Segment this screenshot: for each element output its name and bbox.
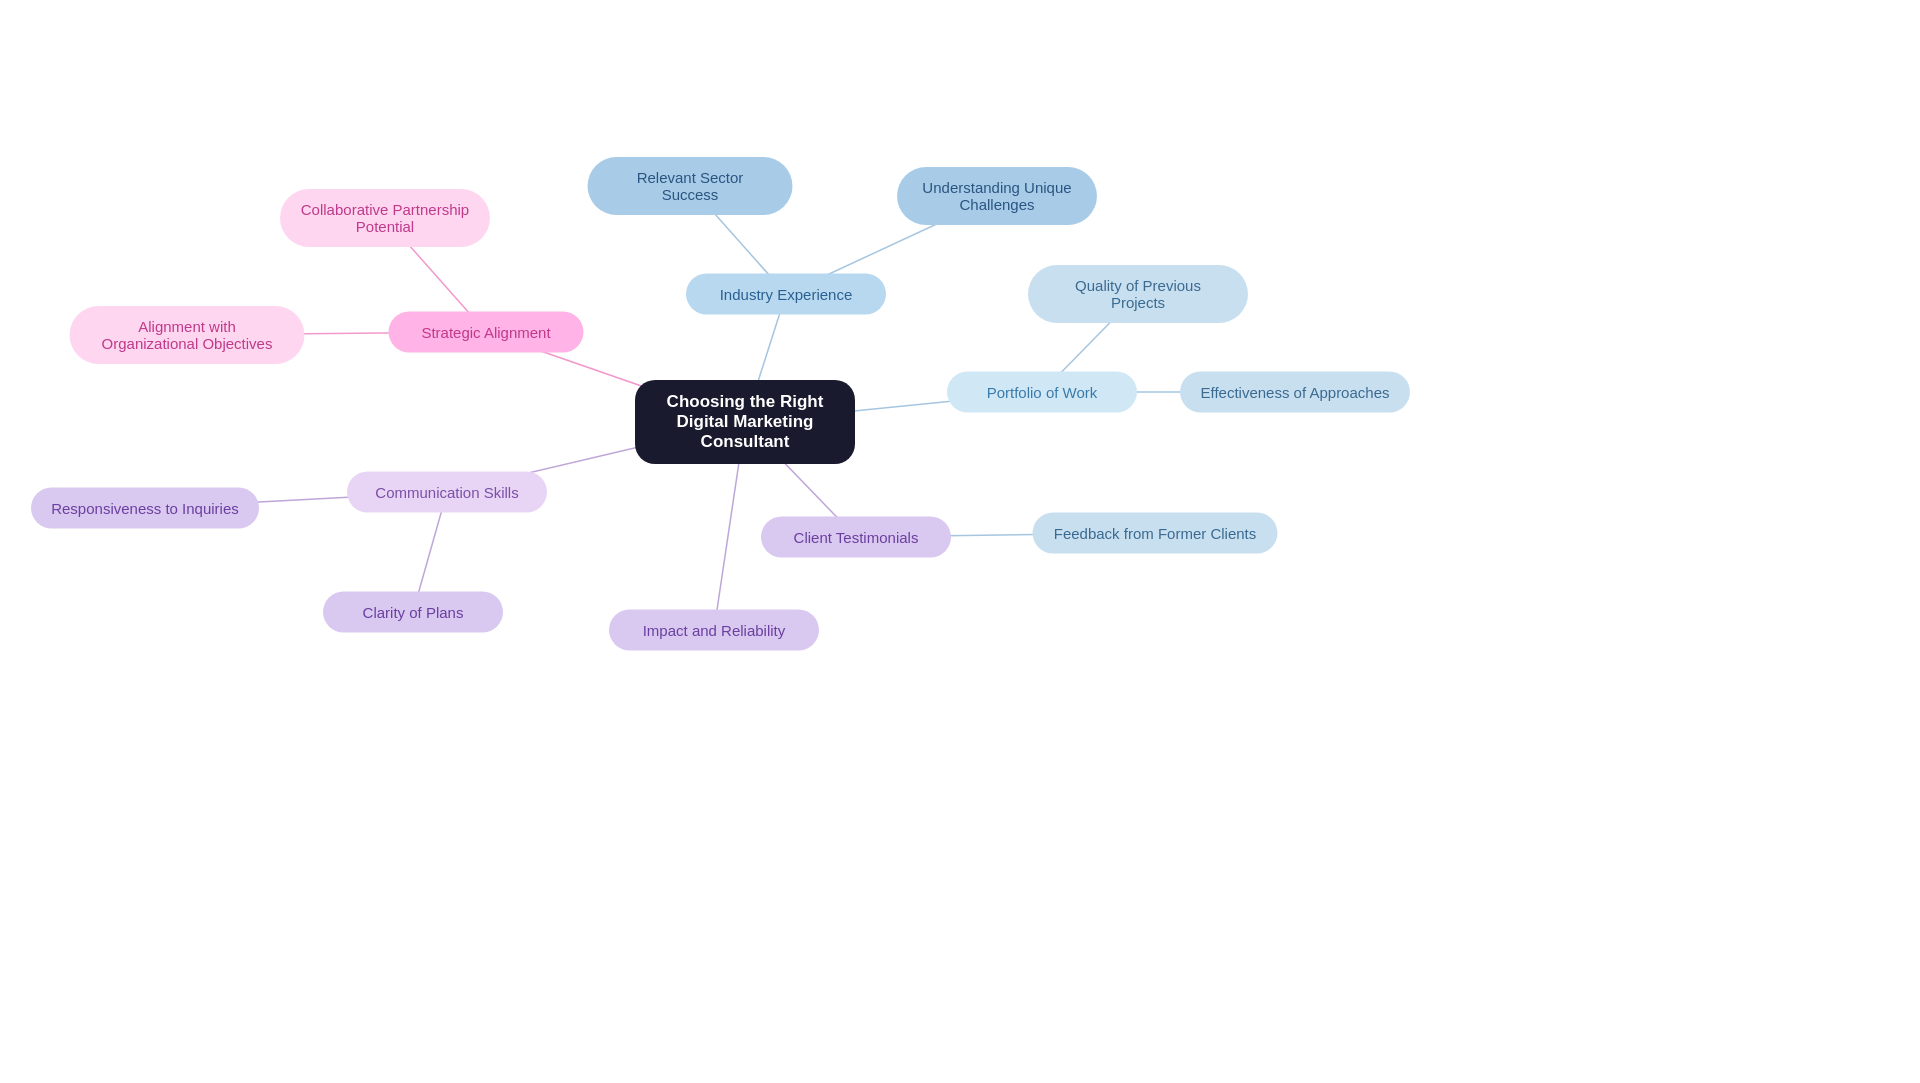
collaborative-partnership-node: Collaborative Partnership Potential bbox=[280, 189, 490, 247]
responsiveness-node: Responsiveness to Inquiries bbox=[31, 488, 259, 529]
connection-lines bbox=[0, 0, 1920, 1083]
impact-reliability-node: Impact and Reliability bbox=[609, 610, 819, 651]
center-node: Choosing the Right Digital Marketing Con… bbox=[635, 380, 855, 464]
understanding-challenges-node: Understanding Unique Challenges bbox=[897, 167, 1097, 225]
quality-previous-node: Quality of Previous Projects bbox=[1028, 265, 1248, 323]
client-testimonials-node: Client Testimonials bbox=[761, 517, 951, 558]
communication-skills-node: Communication Skills bbox=[347, 472, 547, 513]
relevant-sector-node: Relevant Sector Success bbox=[588, 157, 793, 215]
clarity-plans-node: Clarity of Plans bbox=[323, 592, 503, 633]
feedback-former-node: Feedback from Former Clients bbox=[1033, 513, 1278, 554]
alignment-org-objectives-node: Alignment with Organizational Objectives bbox=[70, 306, 305, 364]
industry-experience-node: Industry Experience bbox=[686, 274, 886, 315]
portfolio-of-work-node: Portfolio of Work bbox=[947, 372, 1137, 413]
effectiveness-node: Effectiveness of Approaches bbox=[1180, 372, 1410, 413]
mindmap-canvas: Choosing the Right Digital Marketing Con… bbox=[0, 0, 1920, 1083]
strategic-alignment-node: Strategic Alignment bbox=[389, 312, 584, 353]
